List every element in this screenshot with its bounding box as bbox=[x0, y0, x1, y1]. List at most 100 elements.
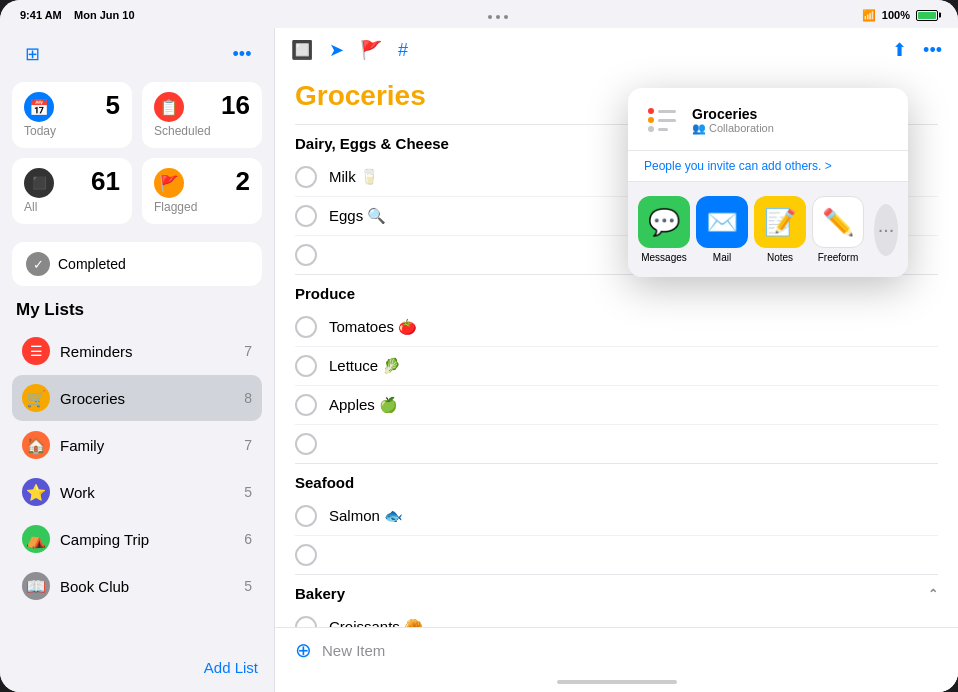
status-right: 📶 100% bbox=[862, 9, 938, 22]
sidebar-more-button[interactable]: ••• bbox=[226, 38, 258, 70]
share-more-button[interactable]: ··· bbox=[874, 204, 898, 256]
smart-card-today-top: 📅 5 bbox=[24, 92, 120, 122]
completed-button[interactable]: ✓ Completed bbox=[12, 242, 262, 286]
task-circle-seafood-empty[interactable] bbox=[295, 544, 317, 566]
task-circle-tomatoes[interactable] bbox=[295, 316, 317, 338]
line3 bbox=[648, 126, 676, 132]
my-lists-section: My Lists ☰ Reminders 7 🛒 Groceries 8 🏠 F… bbox=[0, 296, 274, 649]
task-circle-lettuce[interactable] bbox=[295, 355, 317, 377]
my-lists-header: My Lists bbox=[12, 296, 262, 328]
milk-emoji: 🥛 bbox=[360, 168, 379, 185]
toolbar-more-icon[interactable]: ••• bbox=[923, 40, 942, 61]
time-display: 9:41 AM bbox=[20, 9, 62, 21]
task-produce-empty bbox=[295, 425, 938, 463]
task-circle-empty[interactable] bbox=[295, 244, 317, 266]
sidebar-item-reminders[interactable]: ☰ Reminders 7 bbox=[12, 328, 262, 374]
main-toolbar: 🔲 ➤ 🚩 # ⬆ ••• bbox=[275, 28, 958, 72]
toolbar-tag-icon[interactable]: # bbox=[398, 40, 408, 61]
line1 bbox=[648, 108, 676, 114]
task-circle-apples[interactable] bbox=[295, 394, 317, 416]
add-item-row: ⊕ New Item bbox=[275, 627, 958, 672]
reminders-label: Reminders bbox=[60, 343, 244, 360]
bookclub-label: Book Club bbox=[60, 578, 244, 595]
groceries-label: Groceries bbox=[60, 390, 244, 407]
sidebar-item-bookclub[interactable]: 📖 Book Club 5 bbox=[12, 563, 262, 609]
sidebar-item-family[interactable]: 🏠 Family 7 bbox=[12, 422, 262, 468]
share-app-notes[interactable]: 📝 Notes bbox=[754, 196, 806, 263]
camping-icon: ⛺ bbox=[22, 525, 50, 553]
sidebar-footer: Add List bbox=[0, 649, 274, 692]
status-time: 9:41 AM Mon Jun 10 bbox=[20, 9, 135, 21]
scheduled-icon: 📋 bbox=[154, 92, 184, 122]
camping-count: 6 bbox=[244, 531, 252, 547]
share-app-freeform[interactable]: ✏️ Freeform bbox=[812, 196, 864, 263]
all-count: 61 bbox=[91, 168, 120, 194]
invite-chevron-icon: > bbox=[825, 159, 832, 173]
share-popup: Groceries 👥 Collaboration People you inv… bbox=[628, 88, 908, 277]
share-apps-row: 💬 Messages ✉️ Mail 📝 Notes ✏️ Freeform ·… bbox=[628, 182, 908, 277]
smart-card-scheduled[interactable]: 📋 16 Scheduled bbox=[142, 82, 262, 148]
add-item-icon[interactable]: ⊕ bbox=[295, 638, 312, 662]
freeform-label: Freeform bbox=[818, 252, 859, 263]
share-popup-collab: 👥 Collaboration bbox=[692, 122, 774, 135]
toolbar-location-icon[interactable]: ➤ bbox=[329, 39, 344, 61]
date-display: Mon Jun 10 bbox=[74, 9, 135, 21]
task-circle-salmon[interactable] bbox=[295, 505, 317, 527]
sidebar-toggle-icon: ⊞ bbox=[25, 43, 40, 65]
task-tomatoes: Tomatoes 🍅 bbox=[295, 308, 938, 347]
battery-bar bbox=[916, 10, 938, 21]
share-app-mail[interactable]: ✉️ Mail bbox=[696, 196, 748, 263]
bakery-label: Bakery bbox=[295, 585, 345, 602]
share-popup-note[interactable]: People you invite can add others. > bbox=[628, 151, 908, 182]
section-bakery: Bakery ⌃ bbox=[295, 574, 938, 608]
share-popup-info: Groceries 👥 Collaboration bbox=[692, 106, 774, 135]
reminders-count: 7 bbox=[244, 343, 252, 359]
share-more-icon: ··· bbox=[878, 218, 895, 241]
share-list-lines bbox=[648, 108, 676, 132]
sidebar-toggle-button[interactable]: ⊞ bbox=[16, 38, 48, 70]
today-count: 5 bbox=[106, 92, 120, 118]
ipad-frame: 9:41 AM Mon Jun 10 📶 100% ⊞ bbox=[0, 0, 958, 692]
completed-label: Completed bbox=[58, 256, 126, 272]
smart-card-today[interactable]: 📅 5 Today bbox=[12, 82, 132, 148]
all-icon: ⬛ bbox=[24, 168, 54, 198]
sidebar-item-work[interactable]: ⭐ Work 5 bbox=[12, 469, 262, 515]
smart-card-flagged-top: 🚩 2 bbox=[154, 168, 250, 198]
task-salmon: Salmon 🐟 bbox=[295, 497, 938, 536]
toolbar-checklist-icon[interactable]: 🔲 bbox=[291, 39, 313, 61]
task-circle-milk[interactable] bbox=[295, 166, 317, 188]
family-count: 7 bbox=[244, 437, 252, 453]
task-circle-croissants[interactable] bbox=[295, 616, 317, 627]
sidebar-item-camping[interactable]: ⛺ Camping Trip 6 bbox=[12, 516, 262, 562]
task-text-apples: Apples 🍏 bbox=[329, 396, 938, 414]
smart-card-flagged[interactable]: 🚩 2 Flagged bbox=[142, 158, 262, 224]
today-label: Today bbox=[24, 124, 120, 138]
smart-card-all[interactable]: ⬛ 61 All bbox=[12, 158, 132, 224]
collab-label: Collaboration bbox=[709, 122, 774, 134]
bookclub-count: 5 bbox=[244, 578, 252, 594]
task-circle-eggs[interactable] bbox=[295, 205, 317, 227]
line2 bbox=[648, 117, 676, 123]
toolbar-share-icon[interactable]: ⬆ bbox=[892, 39, 907, 61]
add-item-text[interactable]: New Item bbox=[322, 642, 385, 659]
scheduled-count: 16 bbox=[221, 92, 250, 118]
smart-card-scheduled-top: 📋 16 bbox=[154, 92, 250, 122]
task-text-tomatoes: Tomatoes 🍅 bbox=[329, 318, 938, 336]
status-bar: 9:41 AM Mon Jun 10 📶 100% bbox=[0, 0, 958, 28]
sidebar-more-icon: ••• bbox=[233, 44, 252, 65]
collab-icon: 👥 bbox=[692, 122, 706, 135]
toolbar-flag-icon[interactable]: 🚩 bbox=[360, 39, 382, 61]
notes-icon: 📝 bbox=[754, 196, 806, 248]
work-label: Work bbox=[60, 484, 244, 501]
bakery-chevron-icon[interactable]: ⌃ bbox=[928, 587, 938, 601]
task-circle-produce-empty[interactable] bbox=[295, 433, 317, 455]
camping-label: Camping Trip bbox=[60, 531, 244, 548]
share-app-messages[interactable]: 💬 Messages bbox=[638, 196, 690, 263]
task-apples: Apples 🍏 bbox=[295, 386, 938, 425]
groceries-icon: 🛒 bbox=[22, 384, 50, 412]
invite-note-text: People you invite can add others. bbox=[644, 159, 821, 173]
all-label: All bbox=[24, 200, 120, 214]
freeform-icon: ✏️ bbox=[812, 196, 864, 248]
sidebar-item-groceries[interactable]: 🛒 Groceries 8 bbox=[12, 375, 262, 421]
add-list-button[interactable]: Add List bbox=[204, 659, 258, 676]
